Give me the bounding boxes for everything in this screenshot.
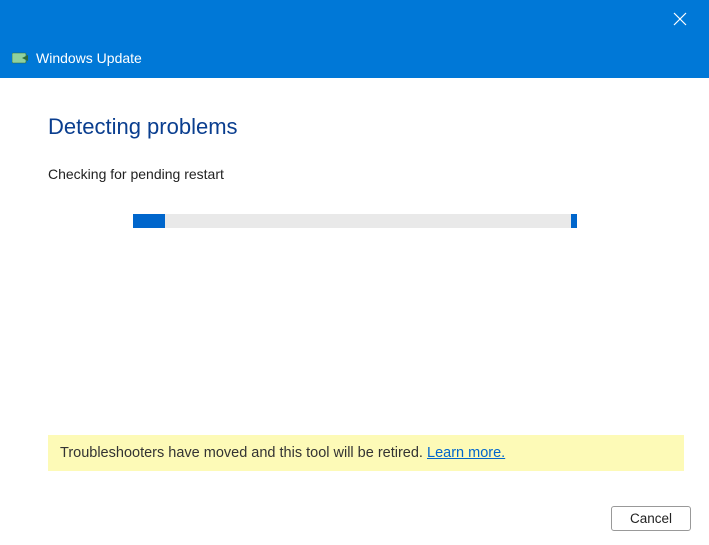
content-area: Detecting problems Checking for pending … bbox=[0, 78, 709, 228]
cancel-button[interactable]: Cancel bbox=[611, 506, 691, 531]
footer: Cancel bbox=[611, 506, 691, 531]
page-title: Detecting problems bbox=[48, 114, 661, 140]
progress-bar bbox=[133, 214, 577, 228]
close-button[interactable] bbox=[665, 4, 695, 34]
learn-more-link[interactable]: Learn more. bbox=[427, 445, 505, 461]
titlebar bbox=[0, 0, 709, 38]
progress-fill bbox=[133, 214, 165, 228]
progress-end-marker bbox=[571, 214, 577, 228]
header: Windows Update bbox=[0, 38, 709, 78]
notice-text: Troubleshooters have moved and this tool… bbox=[60, 445, 427, 461]
update-icon bbox=[12, 51, 30, 65]
close-icon bbox=[673, 12, 687, 26]
progress-container bbox=[48, 214, 661, 228]
notice-bar: Troubleshooters have moved and this tool… bbox=[48, 435, 684, 471]
status-text: Checking for pending restart bbox=[48, 166, 661, 182]
header-title: Windows Update bbox=[36, 50, 142, 66]
